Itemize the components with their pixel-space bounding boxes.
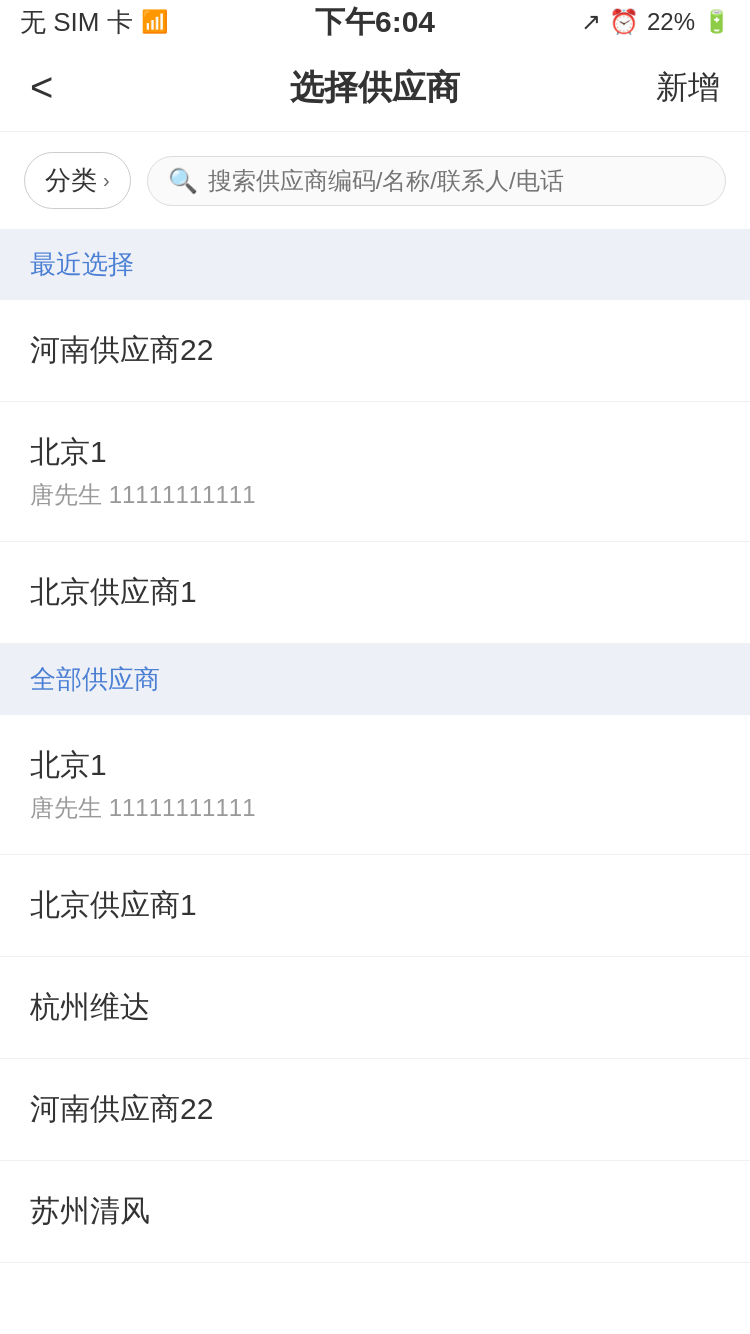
status-time: 下午6:04 <box>315 2 435 43</box>
recent-list-item[interactable]: 北京供应商1 <box>0 542 750 644</box>
item-name: 北京1 <box>30 432 720 473</box>
item-name: 北京1 <box>30 745 720 786</box>
no-sim-text: 无 SIM 卡 <box>20 5 133 40</box>
recent-items-list: 河南供应商22 北京1 唐先生 11111111111 北京供应商1 <box>0 300 750 644</box>
item-sub: 唐先生 11111111111 <box>30 479 720 511</box>
item-name: 北京供应商1 <box>30 885 720 926</box>
back-button[interactable]: < <box>30 65 110 110</box>
status-bar: 无 SIM 卡 📶 下午6:04 ↗ ⏰ 22% 🔋 <box>0 0 750 44</box>
all-section-header: 全部供应商 <box>0 644 750 715</box>
location-icon: ↗ <box>581 8 601 36</box>
all-items-list: 北京1 唐先生 11111111111 北京供应商1 杭州维达河南供应商22 苏州清风 <box>0 715 750 1263</box>
all-list-item[interactable]: 北京供应商1 <box>0 855 750 957</box>
item-name: 苏州清风 <box>30 1191 720 1232</box>
recent-section-header: 最近选择 <box>0 229 750 300</box>
item-name: 河南供应商22 <box>30 330 720 371</box>
item-name: 河南供应商22 <box>30 1089 720 1130</box>
battery-text: 22% <box>647 8 695 36</box>
recent-list-item[interactable]: 河南供应商22 <box>0 300 750 402</box>
chevron-right-icon: › <box>103 169 110 192</box>
recent-section-label: 最近选择 <box>30 249 134 279</box>
all-list-item[interactable]: 河南供应商22 <box>0 1059 750 1161</box>
add-button[interactable]: 新增 <box>640 66 720 110</box>
status-right: ↗ ⏰ 22% 🔋 <box>581 8 730 36</box>
all-list-item[interactable]: 杭州维达 <box>0 957 750 1059</box>
status-left: 无 SIM 卡 📶 <box>20 5 168 40</box>
category-label: 分类 <box>45 163 97 198</box>
nav-bar: < 选择供应商 新增 <box>0 44 750 132</box>
filter-bar: 分类 › 🔍 <box>0 132 750 229</box>
category-filter[interactable]: 分类 › <box>24 152 131 209</box>
search-input[interactable] <box>208 167 705 195</box>
battery-icon: 🔋 <box>703 9 730 35</box>
all-list-item[interactable]: 北京1 唐先生 11111111111 <box>0 715 750 855</box>
search-box[interactable]: 🔍 <box>147 156 726 206</box>
recent-list-item[interactable]: 北京1 唐先生 11111111111 <box>0 402 750 542</box>
page-title: 选择供应商 <box>290 65 460 111</box>
alarm-icon: ⏰ <box>609 8 639 36</box>
item-name: 杭州维达 <box>30 987 720 1028</box>
wifi-icon: 📶 <box>141 9 168 35</box>
item-name: 北京供应商1 <box>30 572 720 613</box>
all-list-item[interactable]: 苏州清风 <box>0 1161 750 1263</box>
item-sub: 唐先生 11111111111 <box>30 792 720 824</box>
search-icon: 🔍 <box>168 167 198 195</box>
all-section-label: 全部供应商 <box>30 664 160 694</box>
